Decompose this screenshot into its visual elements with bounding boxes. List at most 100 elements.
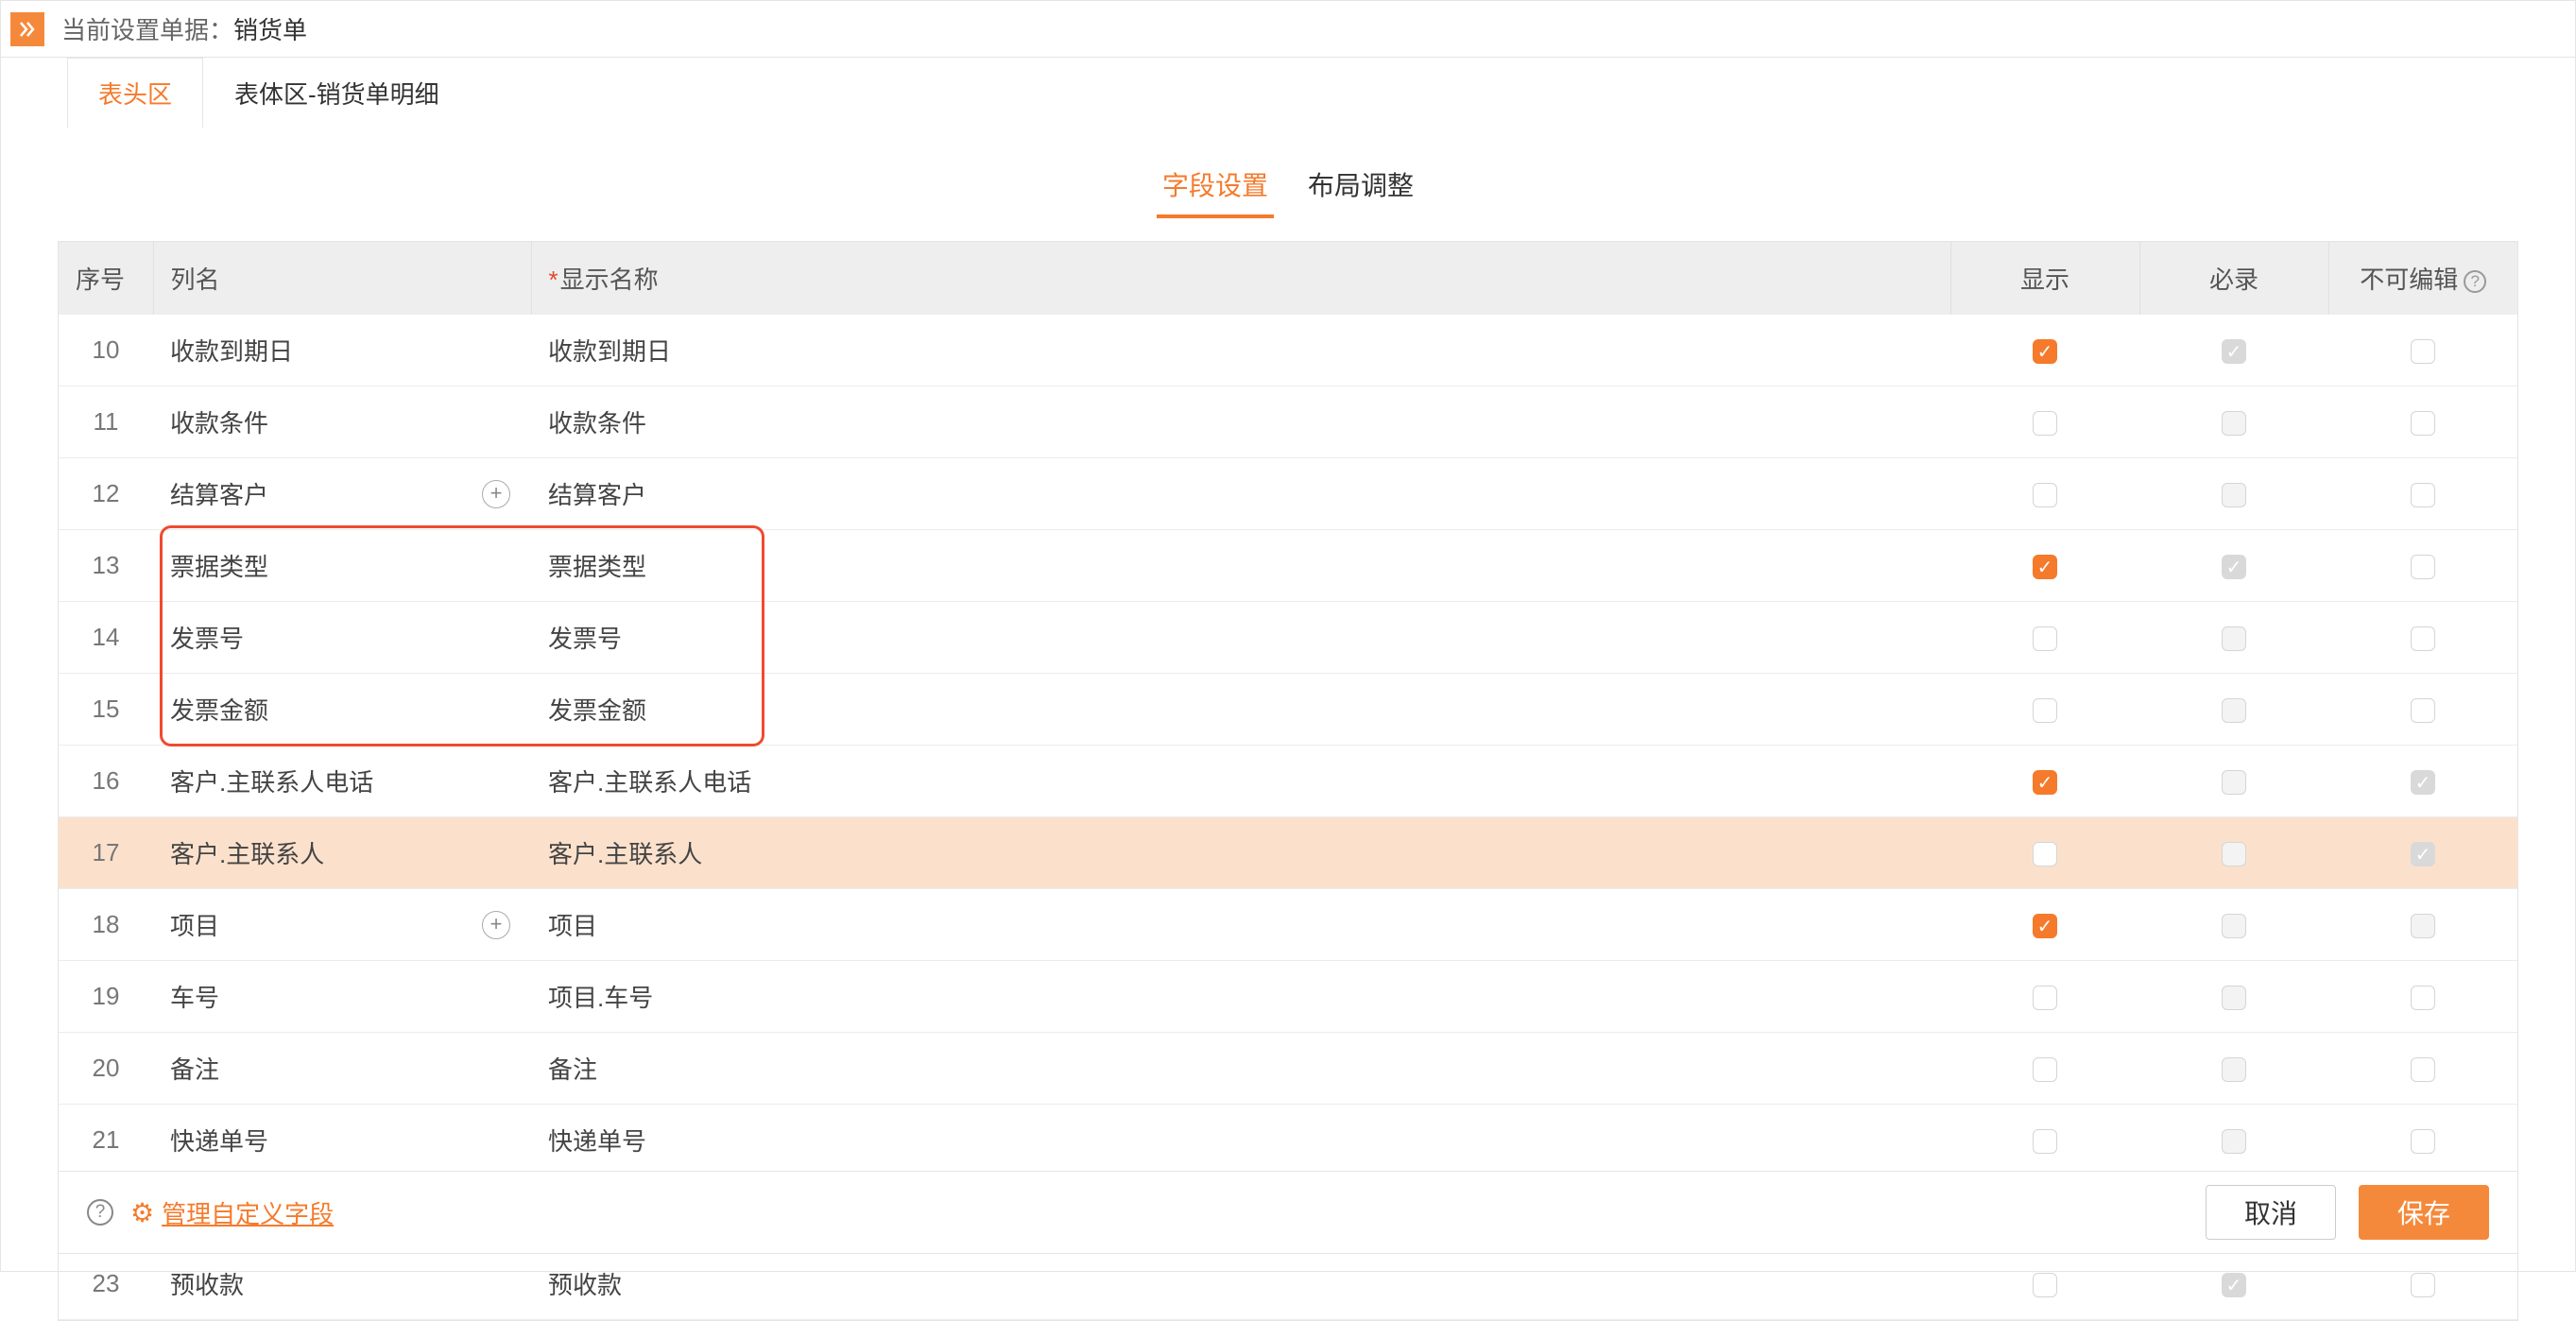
current-doc-value: 销货单 bbox=[233, 11, 307, 46]
table-row[interactable]: 15发票金额发票金额 bbox=[59, 674, 2517, 746]
checkbox-required bbox=[2222, 1129, 2246, 1154]
cell-display-name[interactable]: 项目.车号 bbox=[531, 961, 1950, 1033]
checkbox-show[interactable]: ✓ bbox=[2033, 339, 2057, 364]
cell-display-name[interactable]: 客户.主联系人 bbox=[531, 817, 1950, 889]
cell-readonly bbox=[2328, 889, 2517, 961]
cancel-button[interactable]: 取消 bbox=[2206, 1185, 2336, 1240]
main-tabs: 表头区表体区-销货单明细 bbox=[67, 58, 2575, 128]
cell-colname: 票据类型 bbox=[153, 530, 531, 602]
help-icon[interactable]: ? bbox=[87, 1199, 113, 1226]
manage-custom-fields-link[interactable]: 管理自定义字段 bbox=[162, 1195, 334, 1230]
main-tab-0[interactable]: 表头区 bbox=[67, 58, 203, 128]
table-row[interactable]: 18项目+项目✓ bbox=[59, 889, 2517, 961]
cell-seq: 15 bbox=[59, 674, 153, 746]
checkbox-required bbox=[2222, 1057, 2246, 1082]
checkbox-readonly[interactable] bbox=[2411, 1129, 2435, 1154]
cell-display-name[interactable]: 票据类型 bbox=[531, 530, 1950, 602]
field-table-wrap: 序号 列名 *显示名称 显示 必录 不可编辑? 10收款到期日收款到期日✓✓11… bbox=[58, 241, 2518, 1321]
checkbox-readonly[interactable] bbox=[2411, 411, 2435, 436]
table-row[interactable]: 17客户.主联系人客户.主联系人✓ bbox=[59, 817, 2517, 889]
table-row[interactable]: 20备注备注 bbox=[59, 1033, 2517, 1105]
checkbox-readonly[interactable] bbox=[2411, 698, 2435, 723]
table-row[interactable]: 13票据类型票据类型✓✓ bbox=[59, 530, 2517, 602]
sub-tab-1[interactable]: 布局调整 bbox=[1302, 154, 1419, 218]
cell-colname: 备注 bbox=[153, 1033, 531, 1105]
cell-show: ✓ bbox=[1950, 315, 2139, 386]
cell-required: ✓ bbox=[2139, 315, 2328, 386]
checkbox-readonly bbox=[2411, 914, 2435, 938]
save-button[interactable]: 保存 bbox=[2359, 1185, 2489, 1240]
add-icon[interactable]: + bbox=[482, 480, 510, 508]
cell-seq: 16 bbox=[59, 746, 153, 817]
checkbox-show[interactable] bbox=[2033, 483, 2057, 507]
checkbox-show[interactable] bbox=[2033, 986, 2057, 1010]
cell-seq: 18 bbox=[59, 889, 153, 961]
checkbox-show[interactable] bbox=[2033, 1057, 2057, 1082]
checkbox-show[interactable] bbox=[2033, 626, 2057, 651]
cell-display-name[interactable]: 结算客户 bbox=[531, 458, 1950, 530]
table-row[interactable]: 16客户.主联系人电话客户.主联系人电话✓✓ bbox=[59, 746, 2517, 817]
cell-required: ✓ bbox=[2139, 530, 2328, 602]
checkbox-show[interactable]: ✓ bbox=[2033, 770, 2057, 795]
checkbox-show[interactable] bbox=[2033, 1129, 2057, 1154]
cell-seq: 10 bbox=[59, 315, 153, 386]
cell-display-name[interactable]: 发票号 bbox=[531, 602, 1950, 674]
cell-readonly bbox=[2328, 961, 2517, 1033]
checkbox-show[interactable]: ✓ bbox=[2033, 555, 2057, 579]
cell-seq: 13 bbox=[59, 530, 153, 602]
cell-readonly bbox=[2328, 315, 2517, 386]
cell-display-name[interactable]: 预收款 bbox=[531, 1248, 1950, 1320]
cell-display-name[interactable]: 快递单号 bbox=[531, 1105, 1950, 1176]
checkbox-show[interactable] bbox=[2033, 411, 2057, 436]
col-readonly: 不可编辑? bbox=[2328, 242, 2517, 315]
cell-show bbox=[1950, 961, 2139, 1033]
checkbox-show[interactable] bbox=[2033, 1273, 2057, 1297]
table-row[interactable]: 11收款条件收款条件 bbox=[59, 386, 2517, 458]
checkbox-required bbox=[2222, 411, 2246, 436]
table-row[interactable]: 23预收款预收款✓ bbox=[59, 1248, 2517, 1320]
cell-show bbox=[1950, 386, 2139, 458]
checkbox-readonly[interactable] bbox=[2411, 1273, 2435, 1297]
checkbox-readonly[interactable] bbox=[2411, 339, 2435, 364]
main-tab-1[interactable]: 表体区-销货单明细 bbox=[203, 58, 471, 128]
checkbox-readonly[interactable] bbox=[2411, 483, 2435, 507]
add-icon[interactable]: + bbox=[482, 911, 510, 939]
cell-show bbox=[1950, 1105, 2139, 1176]
sidebar-expand-toggle[interactable] bbox=[10, 12, 44, 46]
checkbox-required: ✓ bbox=[2222, 339, 2246, 364]
checkbox-show[interactable]: ✓ bbox=[2033, 914, 2057, 938]
checkbox-required bbox=[2222, 698, 2246, 723]
checkbox-required bbox=[2222, 626, 2246, 651]
table-row[interactable]: 14发票号发票号 bbox=[59, 602, 2517, 674]
checkbox-readonly[interactable] bbox=[2411, 1057, 2435, 1082]
cell-seq: 21 bbox=[59, 1105, 153, 1176]
cell-required bbox=[2139, 817, 2328, 889]
checkbox-show[interactable] bbox=[2033, 698, 2057, 723]
checkbox-readonly[interactable] bbox=[2411, 626, 2435, 651]
cell-display-name[interactable]: 项目 bbox=[531, 889, 1950, 961]
cell-display-name[interactable]: 收款条件 bbox=[531, 386, 1950, 458]
cell-seq: 20 bbox=[59, 1033, 153, 1105]
cell-display-name[interactable]: 备注 bbox=[531, 1033, 1950, 1105]
cell-display-name[interactable]: 客户.主联系人电话 bbox=[531, 746, 1950, 817]
cell-readonly bbox=[2328, 1248, 2517, 1320]
table-row[interactable]: 12结算客户+结算客户 bbox=[59, 458, 2517, 530]
cell-colname: 结算客户+ bbox=[153, 458, 531, 530]
sub-tab-0[interactable]: 字段设置 bbox=[1157, 154, 1274, 218]
table-row[interactable]: 10收款到期日收款到期日✓✓ bbox=[59, 315, 2517, 386]
cell-colname: 客户.主联系人电话 bbox=[153, 746, 531, 817]
cell-display-name[interactable]: 收款到期日 bbox=[531, 315, 1950, 386]
table-row[interactable]: 19车号项目.车号 bbox=[59, 961, 2517, 1033]
help-icon[interactable]: ? bbox=[2464, 270, 2486, 293]
cell-display-name[interactable]: 发票金额 bbox=[531, 674, 1950, 746]
checkbox-required bbox=[2222, 842, 2246, 866]
checkbox-readonly[interactable] bbox=[2411, 986, 2435, 1010]
cell-required: ✓ bbox=[2139, 1248, 2328, 1320]
cell-show bbox=[1950, 458, 2139, 530]
checkbox-required: ✓ bbox=[2222, 555, 2246, 579]
chevron-double-right-icon bbox=[18, 20, 37, 39]
table-row[interactable]: 21快递单号快递单号 bbox=[59, 1105, 2517, 1176]
checkbox-readonly[interactable] bbox=[2411, 555, 2435, 579]
cell-seq: 12 bbox=[59, 458, 153, 530]
checkbox-show[interactable] bbox=[2033, 842, 2057, 866]
